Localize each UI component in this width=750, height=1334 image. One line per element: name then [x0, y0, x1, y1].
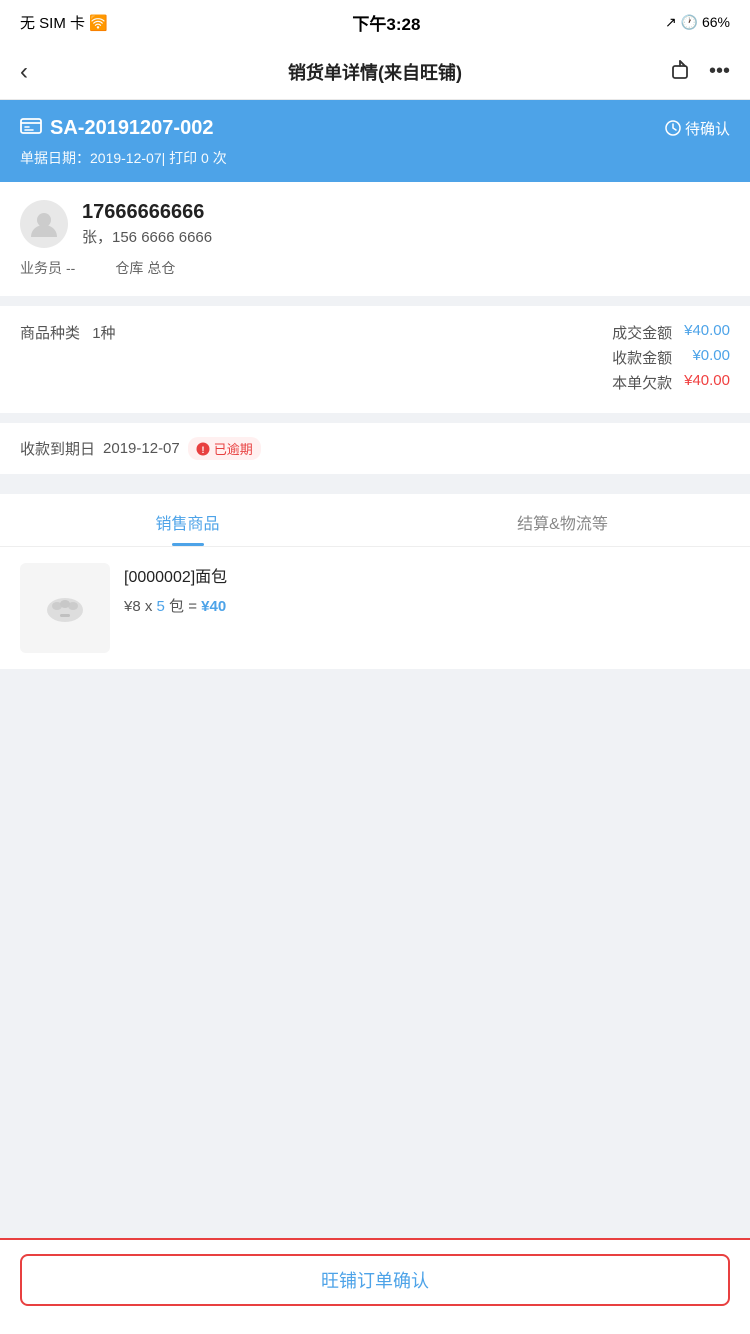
bottom-spacer — [0, 669, 750, 789]
tab-products[interactable]: 销售商品 — [0, 494, 375, 546]
status-icons: ↗ 🕐 66% — [665, 14, 730, 31]
page-title: 销货单详情(来自旺铺) — [288, 59, 462, 85]
overdue-label: 收款到期日 — [20, 438, 95, 459]
tab-settlement[interactable]: 结算&物流等 — [375, 494, 750, 546]
status-time: 下午3:28 — [352, 10, 420, 35]
warehouse-label: 仓库 — [115, 258, 143, 278]
tabs-container: 销售商品 结算&物流等 — [0, 494, 750, 547]
svg-text:!: ! — [201, 445, 204, 455]
amount-section: 成交金额 ¥40.00 收款金额 ¥0.00 本单欠款 ¥40.00 — [612, 322, 730, 397]
status-right: ↗ 🕐 66% — [665, 14, 730, 31]
share-button[interactable] — [671, 58, 693, 86]
product-type-label: 商品种类 — [20, 325, 80, 342]
order-date: 单据日期：2019-12-07| 打印 0 次 — [20, 148, 730, 168]
more-button[interactable]: ••• — [709, 60, 730, 83]
order-number: SA-20191207-002 — [20, 116, 213, 140]
equals-sign: = — [188, 598, 201, 615]
warehouse-value: 总仓 — [147, 258, 175, 278]
customer-phone: 17666666666 — [82, 201, 212, 224]
summary-card: 商品种类 1种 成交金额 ¥40.00 收款金额 ¥0.00 本单欠款 ¥40.… — [0, 306, 750, 413]
product-unit: 包 — [169, 598, 184, 615]
unit-price: ¥8 — [124, 598, 141, 615]
overdue-card: 收款到期日 2019-12-07 ! 已逾期 — [0, 423, 750, 474]
sim-status: 无 SIM 卡 🛜 — [20, 12, 108, 33]
order-icon — [20, 116, 42, 140]
product-info: [0000002]面包 ¥8 x 5 包 = ¥40 — [124, 563, 730, 616]
owed-label: 本单欠款 — [612, 372, 672, 393]
salesperson-label: 业务员 — [20, 258, 62, 278]
product-total: ¥40 — [201, 598, 226, 615]
salesperson-value: -- — [66, 260, 75, 276]
status-bar: 无 SIM 卡 🛜 下午3:28 ↗ 🕐 66% — [0, 0, 750, 44]
product-thumbnail — [20, 563, 110, 653]
order-status: 待确认 — [665, 118, 730, 139]
order-header: SA-20191207-002 待确认 单据日期：2019-12-07| 打印 … — [0, 100, 750, 182]
bottom-bar: 旺铺订单确认 — [0, 1238, 750, 1334]
nav-bar: ‹ 销货单详情(来自旺铺) ••• — [0, 44, 750, 100]
separator — [0, 484, 750, 494]
status-left: 无 SIM 卡 🛜 — [20, 12, 108, 33]
product-qty: 5 — [157, 598, 165, 615]
nav-right-actions: ••• — [671, 58, 730, 86]
overdue-date: 2019-12-07 — [103, 440, 180, 457]
product-price: ¥8 x 5 包 = ¥40 — [124, 595, 730, 616]
owed-value: ¥40.00 — [684, 372, 730, 393]
multiply-sign: x — [145, 598, 157, 615]
amount-value: ¥40.00 — [684, 322, 730, 343]
overdue-badge: ! 已逾期 — [188, 437, 261, 460]
received-label: 收款金额 — [612, 347, 672, 368]
product-type-section: 商品种类 1种 — [20, 322, 116, 343]
received-value: ¥0.00 — [692, 347, 730, 368]
customer-meta: 业务员 -- 仓库 总仓 — [20, 258, 730, 278]
amount-label: 成交金额 — [612, 322, 672, 343]
avatar — [20, 200, 68, 248]
back-button[interactable]: ‹ — [12, 50, 36, 94]
confirm-order-button[interactable]: 旺铺订单确认 — [20, 1254, 730, 1306]
product-name: [0000002]面包 — [124, 563, 730, 587]
product-type-value: 1种 — [92, 325, 115, 342]
tabs-row: 销售商品 结算&物流等 — [0, 494, 750, 547]
customer-card: 17666666666 张，156 6666 6666 业务员 -- 仓库 总仓 — [0, 182, 750, 296]
product-item: [0000002]面包 ¥8 x 5 包 = ¥40 — [0, 547, 750, 669]
customer-name: 张，156 6666 6666 — [82, 226, 212, 247]
